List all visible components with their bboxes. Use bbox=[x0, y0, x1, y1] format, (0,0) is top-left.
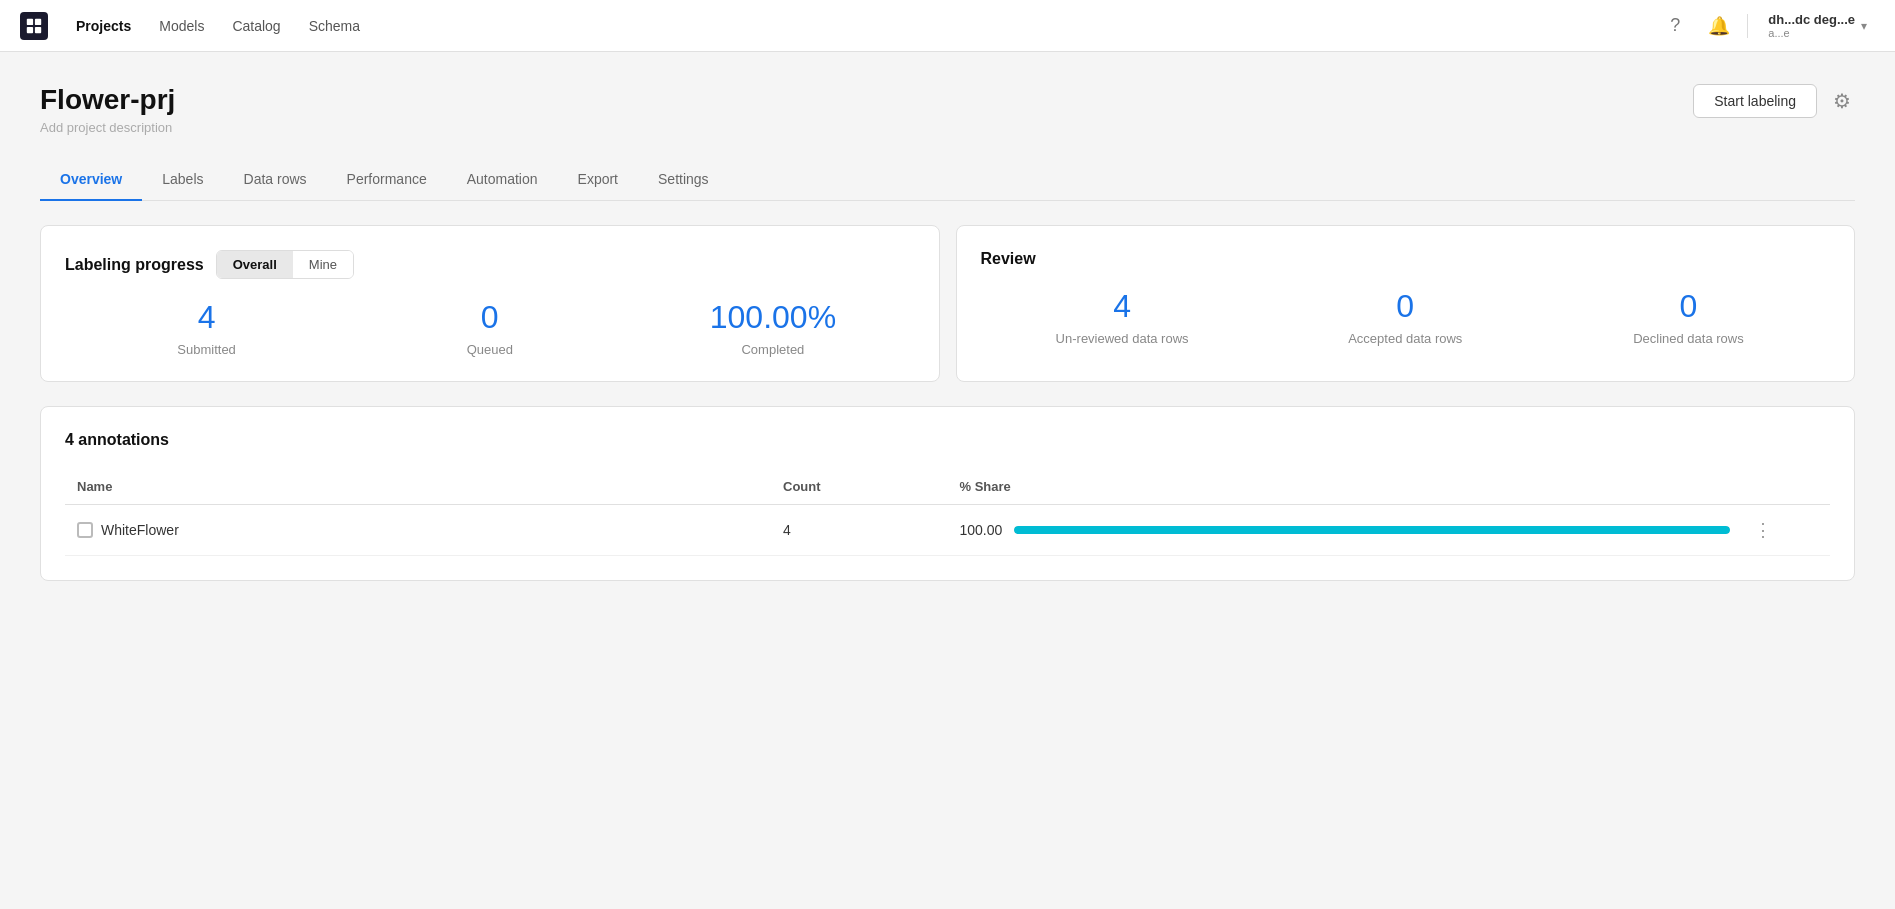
review-title: Review bbox=[981, 250, 1831, 268]
review-stat-accepted: 0 Accepted data rows bbox=[1264, 288, 1547, 346]
lp-submitted-label: Submitted bbox=[65, 342, 348, 357]
nav-schema[interactable]: Schema bbox=[297, 12, 372, 40]
review-unreviewed-label: Un-reviewed data rows bbox=[981, 331, 1264, 346]
col-header-share: % Share bbox=[948, 469, 1742, 505]
review-unreviewed-value: 4 bbox=[981, 288, 1264, 325]
tabs: Overview Labels Data rows Performance Au… bbox=[40, 159, 1855, 201]
progress-bar-bg bbox=[1014, 526, 1729, 534]
project-title: Flower-prj bbox=[40, 84, 175, 116]
start-labeling-button[interactable]: Start labeling bbox=[1693, 84, 1817, 118]
user-sub: a...e bbox=[1768, 27, 1855, 39]
row-count: 4 bbox=[771, 505, 948, 556]
lp-completed-value: 100.00% bbox=[631, 299, 914, 336]
logo bbox=[20, 12, 48, 40]
project-description[interactable]: Add project description bbox=[40, 120, 175, 135]
progress-bar-fill bbox=[1014, 526, 1729, 534]
notification-icon[interactable]: 🔔 bbox=[1703, 10, 1735, 42]
tab-performance[interactable]: Performance bbox=[327, 159, 447, 201]
nav-models[interactable]: Models bbox=[147, 12, 216, 40]
review-declined-value: 0 bbox=[1547, 288, 1830, 325]
col-header-name: Name bbox=[65, 469, 771, 505]
svg-rect-1 bbox=[35, 18, 41, 24]
review-stat-declined: 0 Declined data rows bbox=[1547, 288, 1830, 346]
review-accepted-label: Accepted data rows bbox=[1264, 331, 1547, 346]
review-stat-unreviewed: 4 Un-reviewed data rows bbox=[981, 288, 1264, 346]
settings-icon[interactable]: ⚙ bbox=[1829, 85, 1855, 117]
project-actions: Start labeling ⚙ bbox=[1693, 84, 1855, 118]
annotations-section: 4 annotations Name Count % Share WhiteFl… bbox=[40, 406, 1855, 581]
cards-row: Labeling progress Overall Mine 4 Submitt… bbox=[40, 225, 1855, 382]
col-header-count: Count bbox=[771, 469, 948, 505]
lp-header: Labeling progress Overall Mine bbox=[65, 250, 915, 279]
topnav: Projects Models Catalog Schema ? 🔔 dh...… bbox=[0, 0, 1895, 52]
lp-stat-queued: 0 Queued bbox=[348, 299, 631, 357]
user-menu[interactable]: dh...dc deg...e a...e ▾ bbox=[1760, 8, 1875, 43]
lp-stat-submitted: 4 Submitted bbox=[65, 299, 348, 357]
table-row: WhiteFlower 4 100.00 ⋮ bbox=[65, 505, 1830, 556]
row-name-cell: WhiteFlower bbox=[65, 505, 771, 556]
review-stats: 4 Un-reviewed data rows 0 Accepted data … bbox=[981, 288, 1831, 346]
row-share-value: 100.00 bbox=[960, 522, 1003, 538]
row-checkbox[interactable] bbox=[77, 522, 93, 538]
labeling-progress-card: Labeling progress Overall Mine 4 Submitt… bbox=[40, 225, 940, 382]
lp-submitted-value: 4 bbox=[65, 299, 348, 336]
annotations-title: 4 annotations bbox=[65, 431, 1830, 449]
lp-completed-label: Completed bbox=[631, 342, 914, 357]
nav-links: Projects Models Catalog Schema bbox=[64, 12, 1659, 40]
lp-title: Labeling progress bbox=[65, 256, 204, 274]
help-icon[interactable]: ? bbox=[1659, 10, 1691, 42]
review-accepted-value: 0 bbox=[1264, 288, 1547, 325]
tab-data-rows[interactable]: Data rows bbox=[224, 159, 327, 201]
svg-rect-3 bbox=[35, 26, 41, 32]
page-content: Flower-prj Add project description Start… bbox=[0, 52, 1895, 613]
row-share-cell: 100.00 bbox=[948, 505, 1742, 556]
row-more-options-icon[interactable]: ⋮ bbox=[1754, 520, 1772, 540]
table-header-row: Name Count % Share bbox=[65, 469, 1830, 505]
tab-settings[interactable]: Settings bbox=[638, 159, 729, 201]
lp-queued-label: Queued bbox=[348, 342, 631, 357]
row-name: WhiteFlower bbox=[101, 522, 179, 538]
tab-automation[interactable]: Automation bbox=[447, 159, 558, 201]
chevron-down-icon: ▾ bbox=[1861, 19, 1867, 33]
annotations-table: Name Count % Share WhiteFlower 4 100.00 bbox=[65, 469, 1830, 556]
user-info: dh...dc deg...e a...e bbox=[1768, 12, 1855, 39]
nav-catalog[interactable]: Catalog bbox=[220, 12, 292, 40]
col-header-actions bbox=[1742, 469, 1830, 505]
project-info: Flower-prj Add project description bbox=[40, 84, 175, 135]
lp-toggle: Overall Mine bbox=[216, 250, 354, 279]
svg-rect-2 bbox=[27, 26, 33, 32]
nav-projects[interactable]: Projects bbox=[64, 12, 143, 40]
topnav-right: ? 🔔 dh...dc deg...e a...e ▾ bbox=[1659, 8, 1875, 43]
review-card: Review 4 Un-reviewed data rows 0 Accepte… bbox=[956, 225, 1856, 382]
nav-divider bbox=[1747, 14, 1748, 38]
user-name: dh...dc deg...e bbox=[1768, 12, 1855, 27]
tab-overview[interactable]: Overview bbox=[40, 159, 142, 201]
lp-toggle-mine[interactable]: Mine bbox=[293, 251, 353, 278]
tab-export[interactable]: Export bbox=[558, 159, 638, 201]
lp-queued-value: 0 bbox=[348, 299, 631, 336]
row-actions-cell: ⋮ bbox=[1742, 505, 1830, 556]
lp-stats: 4 Submitted 0 Queued 100.00% Completed bbox=[65, 299, 915, 357]
lp-stat-completed: 100.00% Completed bbox=[631, 299, 914, 357]
tab-labels[interactable]: Labels bbox=[142, 159, 223, 201]
review-declined-label: Declined data rows bbox=[1547, 331, 1830, 346]
project-header: Flower-prj Add project description Start… bbox=[40, 84, 1855, 135]
lp-toggle-overall[interactable]: Overall bbox=[217, 251, 293, 278]
svg-rect-0 bbox=[27, 18, 33, 24]
